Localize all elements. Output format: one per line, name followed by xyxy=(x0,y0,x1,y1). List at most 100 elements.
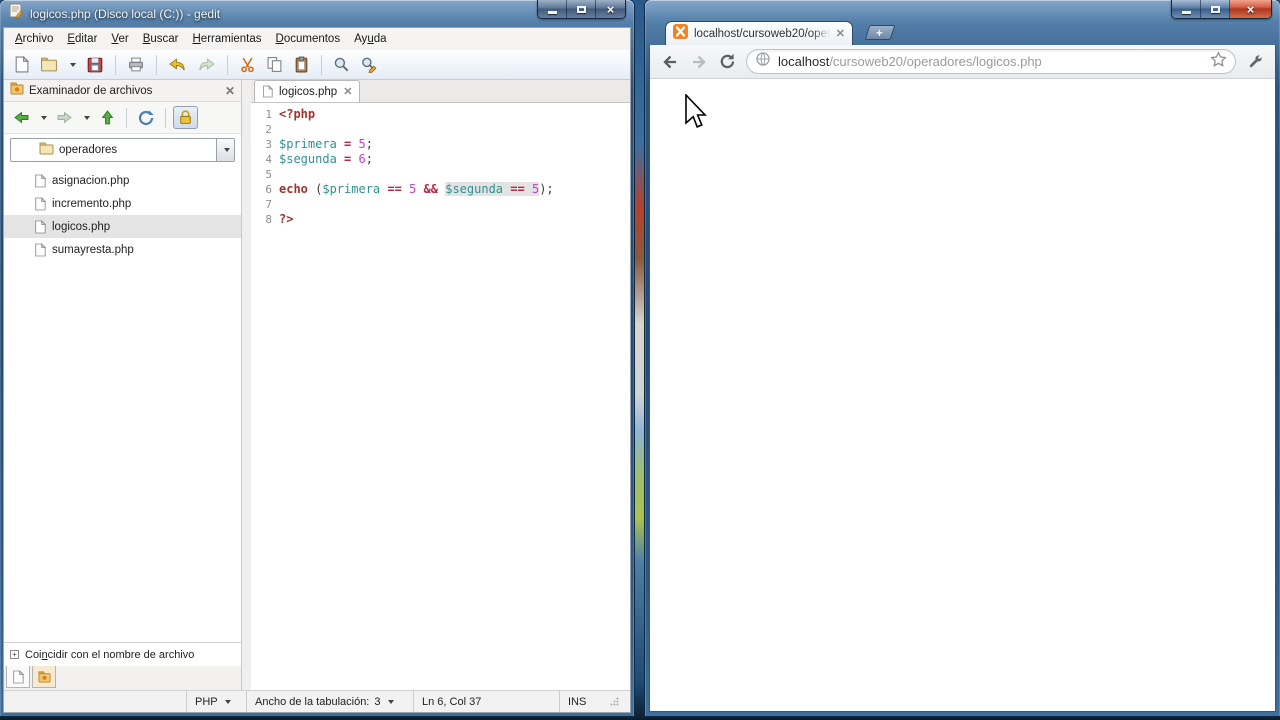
nav-forward-button[interactable] xyxy=(53,107,76,128)
bookmark-star-button[interactable] xyxy=(1210,50,1227,73)
menu-archivo[interactable]: Archivo xyxy=(8,30,60,48)
browser-tab[interactable]: localhost/cursoweb20/oper ✕ xyxy=(665,21,853,45)
pane-splitter[interactable] xyxy=(242,80,251,690)
file-browser-header: Examinador de archivos ✕ xyxy=(4,80,241,102)
gedit-window-controls: × xyxy=(537,0,626,19)
expander-icon: + xyxy=(10,650,19,659)
tab-close-button[interactable]: ✕ xyxy=(836,27,845,40)
tab-width-label: Ancho de la tabulación: xyxy=(255,695,370,708)
refresh-button[interactable] xyxy=(134,107,158,129)
nav-forward-menu-caret[interactable] xyxy=(79,114,93,122)
menu-ayuda[interactable]: Ayuda xyxy=(347,30,393,48)
menu-buscar[interactable]: Buscar xyxy=(136,30,186,48)
statusbar-filler xyxy=(4,691,186,712)
tab-width-selector[interactable]: Ancho de la tabulación: 3 xyxy=(246,691,413,712)
code-token: 6 xyxy=(358,152,366,166)
code-editor[interactable]: 1 <?php 2 3 $primera = 5; 4 $segunda = 6; 5 6 ech… xyxy=(251,103,630,690)
gedit-client-area: Archivo Editar Ver Buscar Herramientas Docume… xyxy=(3,27,631,713)
file-row[interactable]: logicos.php xyxy=(4,215,241,238)
search-button[interactable] xyxy=(330,54,353,75)
menu-documentos[interactable]: Documentos xyxy=(269,30,348,48)
toolbar-separator xyxy=(227,54,228,75)
tab-close-button[interactable]: ✕ xyxy=(343,85,352,98)
reload-icon xyxy=(720,53,735,69)
nav-back-menu-caret[interactable] xyxy=(36,114,50,122)
code-line: 4 $segunda = 6; xyxy=(257,152,630,167)
open-menu-caret[interactable] xyxy=(65,61,79,69)
location-combobox[interactable]: operadores xyxy=(10,138,235,162)
xampp-favicon xyxy=(673,23,688,44)
cut-icon xyxy=(241,57,254,73)
close-button[interactable]: × xyxy=(596,0,625,18)
search-replace-button[interactable] xyxy=(357,54,381,75)
cursor-position-label: Ln 6, Col 37 xyxy=(422,695,482,708)
undo-button[interactable] xyxy=(165,54,190,75)
file-browser-pane: Examinador de archivos ✕ operadores asig… xyxy=(4,80,242,690)
star-icon xyxy=(1210,50,1227,67)
language-selector[interactable]: PHP xyxy=(186,691,246,712)
menu-editar[interactable]: Editar xyxy=(60,30,104,48)
settings-button[interactable] xyxy=(1245,52,1265,72)
line-number: 6 xyxy=(265,183,272,196)
open-button[interactable] xyxy=(37,54,61,75)
nav-up-button[interactable] xyxy=(96,107,119,128)
back-button[interactable] xyxy=(660,52,680,72)
pane-close-button[interactable]: ✕ xyxy=(225,84,235,98)
cut-button[interactable] xyxy=(236,54,259,75)
close-icon: × xyxy=(1246,1,1255,17)
file-row[interactable]: asignacion.php xyxy=(4,169,241,192)
document-tab[interactable]: logicos.php ✕ xyxy=(254,80,361,102)
copy-icon xyxy=(267,57,282,72)
document-icon xyxy=(263,85,273,98)
bookmarks-lock-icon xyxy=(180,110,191,124)
code-line: 2 xyxy=(257,122,630,137)
bookmarks-lock-button[interactable] xyxy=(173,106,198,129)
tab-file-browser[interactable] xyxy=(32,666,56,688)
forward-button[interactable] xyxy=(689,52,709,72)
maximize-button[interactable] xyxy=(1201,0,1230,18)
code-token: ?> xyxy=(279,212,294,226)
resize-grip[interactable] xyxy=(607,694,622,709)
print-button[interactable] xyxy=(124,54,148,75)
code-token: echo xyxy=(279,182,308,196)
minimize-button[interactable] xyxy=(1172,0,1201,18)
close-button[interactable]: × xyxy=(1230,0,1271,18)
tab-documents[interactable] xyxy=(6,666,30,688)
new-document-button[interactable] xyxy=(10,54,33,75)
code-line: 7 xyxy=(257,197,630,212)
file-name: asignacion.php xyxy=(52,174,130,187)
code-token: == xyxy=(387,182,402,196)
menu-ver[interactable]: Ver xyxy=(104,30,135,48)
open-icon xyxy=(41,57,57,72)
code-token: ; xyxy=(365,137,373,151)
maximize-button[interactable] xyxy=(567,0,596,18)
address-bar[interactable]: localhost/cursoweb20/operadores/logicos.… xyxy=(746,49,1236,74)
tab-title-fade xyxy=(811,27,830,40)
toolbar-separator xyxy=(321,54,322,75)
redo-button[interactable] xyxy=(194,54,219,75)
file-row[interactable]: incremento.php xyxy=(4,192,241,215)
gedit-window-title: logicos.php (Disco local (C:)) - gedit xyxy=(30,6,221,21)
menu-herramientas[interactable]: Herramientas xyxy=(185,30,268,48)
minimize-button[interactable] xyxy=(538,0,567,18)
search-icon xyxy=(334,57,349,72)
save-button[interactable] xyxy=(83,54,107,76)
location-dropdown-button[interactable] xyxy=(216,139,234,161)
copy-button[interactable] xyxy=(263,54,286,75)
nav-back-button[interactable] xyxy=(10,107,33,128)
line-number: 1 xyxy=(265,108,272,121)
code-line: 3 $primera = 5; xyxy=(257,137,630,152)
paste-button[interactable] xyxy=(290,54,313,75)
chevron-down-icon xyxy=(223,148,230,152)
file-row[interactable]: sumayresta.php xyxy=(4,238,241,261)
line-number: 8 xyxy=(265,213,272,226)
code-token: == xyxy=(510,182,525,196)
reload-button[interactable] xyxy=(718,52,737,71)
match-filename-row[interactable]: + Coincidir con el nombre de archivo xyxy=(4,642,241,666)
new-tab-button[interactable]: + xyxy=(864,25,896,40)
browser-viewport[interactable] xyxy=(650,79,1275,711)
input-mode: INS xyxy=(559,691,630,712)
